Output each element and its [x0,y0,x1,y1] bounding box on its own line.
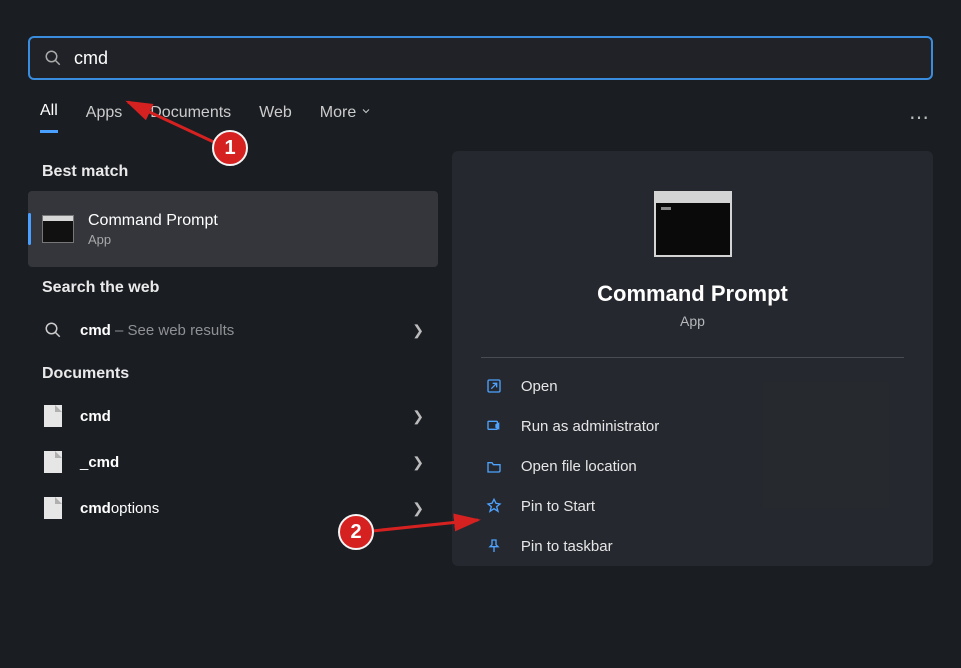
search-tabs: All Apps Documents Web More ⋯ [40,102,933,133]
web-search-result[interactable]: cmd – See web results ❯ [28,307,438,353]
pin-icon [485,497,503,515]
overflow-menu-button[interactable]: ⋯ [905,105,933,130]
preview-panel: Command Prompt App Open Run as administr… [452,151,933,566]
best-match-result[interactable]: Command Prompt App [28,191,438,267]
document-icon [42,497,64,519]
tab-more[interactable]: More [320,104,372,132]
action-open-file-location[interactable]: Open file location [481,446,904,486]
preview-title: Command Prompt [597,281,788,307]
tab-documents[interactable]: Documents [150,104,231,132]
best-match-title: Command Prompt [88,212,218,230]
folder-icon [485,457,503,475]
command-prompt-icon [654,191,732,257]
chevron-right-icon: ❯ [412,408,424,425]
search-icon [42,319,64,341]
search-input[interactable] [74,48,917,69]
document-result[interactable]: cmdoptions ❯ [28,485,438,531]
tab-all[interactable]: All [40,102,58,133]
chevron-right-icon: ❯ [412,454,424,471]
section-search-web: Search the web [42,279,438,297]
pin-icon [485,537,503,555]
results-panel: Best match Command Prompt App Search the… [28,151,438,566]
document-icon [42,451,64,473]
chevron-right-icon: ❯ [412,322,424,339]
command-prompt-icon [42,215,74,243]
tab-apps[interactable]: Apps [86,104,122,132]
document-result[interactable]: cmd ❯ [28,393,438,439]
search-bar[interactable] [28,36,933,80]
document-icon [42,405,64,427]
chevron-down-icon [360,104,372,122]
chevron-right-icon: ❯ [412,500,424,517]
preview-type: App [680,313,705,329]
open-icon [485,377,503,395]
divider [481,357,904,358]
shield-icon [485,417,503,435]
action-pin-to-taskbar[interactable]: Pin to taskbar [481,526,904,566]
best-match-subtitle: App [88,232,218,247]
document-result[interactable]: _cmd ❯ [28,439,438,485]
search-icon [44,49,62,67]
action-pin-to-start[interactable]: Pin to Start [481,486,904,526]
tab-web[interactable]: Web [259,104,292,132]
section-documents: Documents [42,365,438,383]
section-best-match: Best match [42,163,438,181]
action-open[interactable]: Open [481,366,904,406]
action-run-as-administrator[interactable]: Run as administrator [481,406,904,446]
